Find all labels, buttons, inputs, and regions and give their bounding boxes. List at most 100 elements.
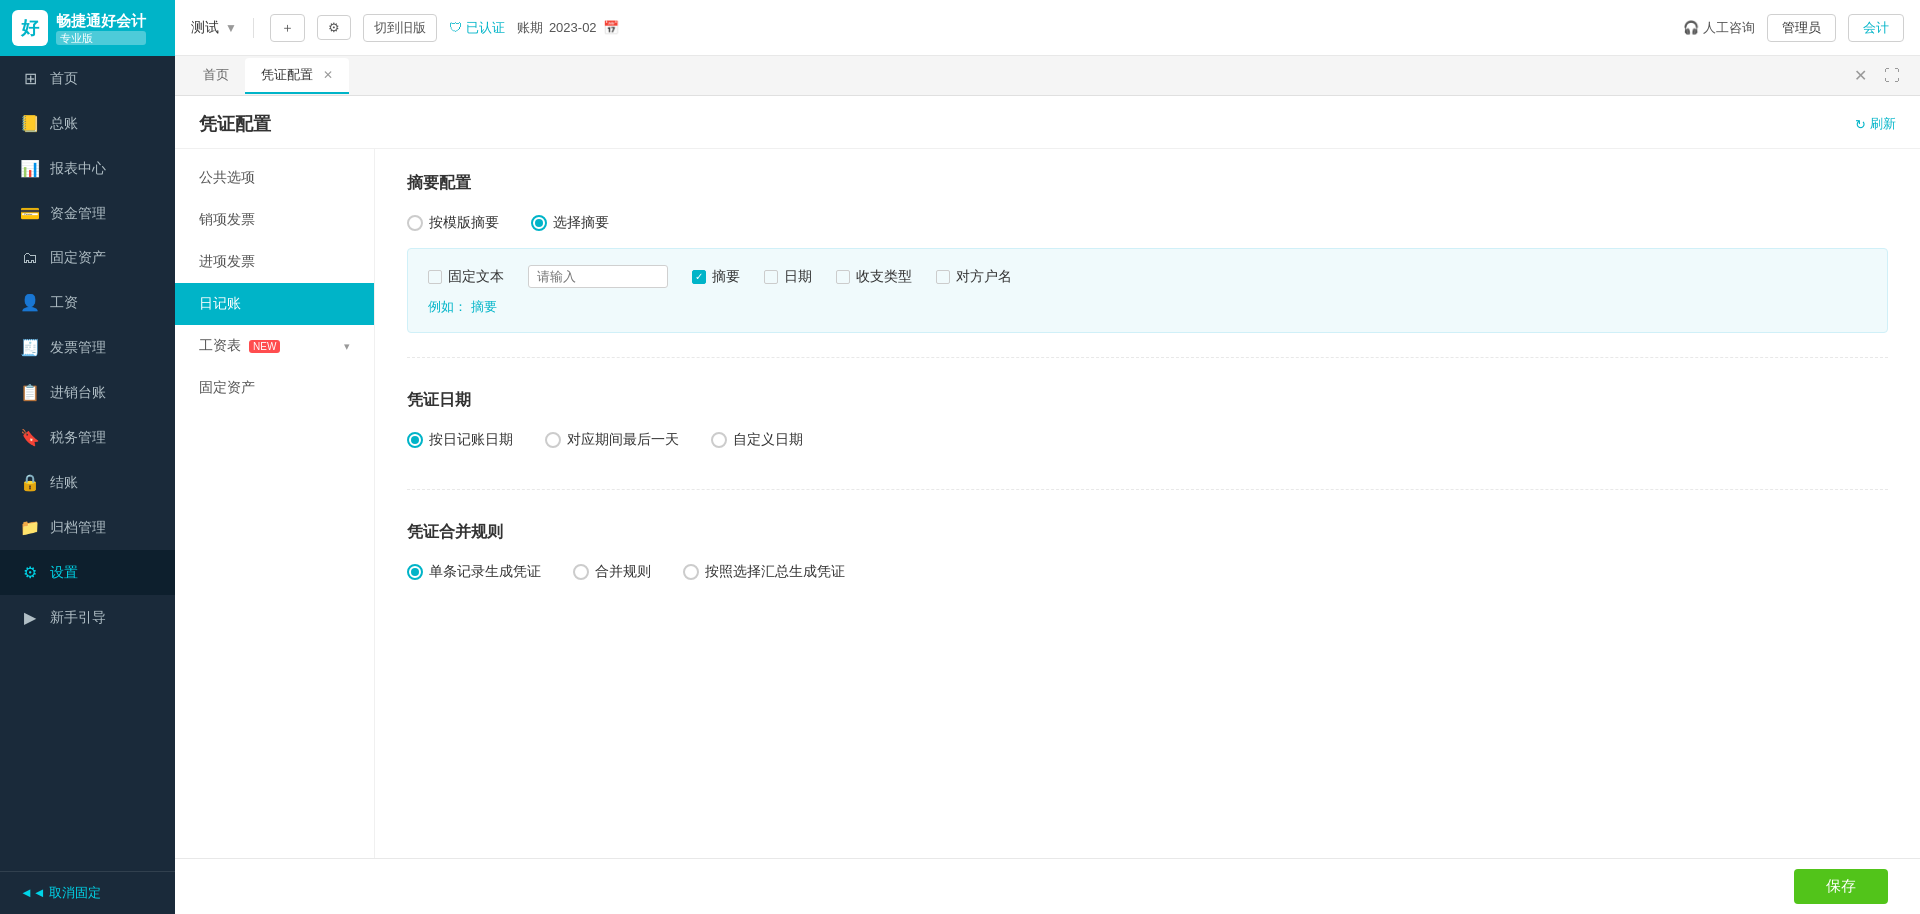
service-label: 人工咨询 <box>1703 19 1755 37</box>
tab-home[interactable]: 首页 <box>187 58 245 94</box>
sidebar-label-settings: 设置 <box>50 564 78 582</box>
guide-icon: ▶ <box>20 608 40 627</box>
checkbox-box-fixed-text <box>428 270 442 284</box>
tab-voucher-config[interactable]: 凭证配置 ✕ <box>245 58 349 94</box>
sidebar-item-invoice[interactable]: 🧾 发票管理 <box>0 325 175 370</box>
radio-custom-date[interactable]: 自定义日期 <box>711 431 803 449</box>
checkbox-summary[interactable]: ✓ 摘要 <box>692 268 740 286</box>
divider-1 <box>253 18 254 38</box>
radio-template-summary[interactable]: 按模版摘要 <box>407 214 499 232</box>
example-label: 例如： <box>428 299 467 314</box>
left-nav-payroll[interactable]: 工资表 NEW ▾ <box>175 325 374 367</box>
checkbox-box-date <box>764 270 778 284</box>
company-selector[interactable]: 测试 ▼ <box>191 19 237 37</box>
checkbox-fixed-text[interactable]: 固定文本 <box>428 268 504 286</box>
sidebar-item-capital[interactable]: 💳 资金管理 <box>0 191 175 236</box>
sidebar-item-home[interactable]: ⊞ 首页 <box>0 56 175 101</box>
left-nav: 公共选项 销项发票 进项发票 日记账 工资表 NEW <box>175 149 375 858</box>
left-nav-purchase-label: 进项发票 <box>199 253 255 269</box>
logo-icon: 好 <box>12 10 48 46</box>
sidebar-label-capital: 资金管理 <box>50 205 106 223</box>
manager-button[interactable]: 管理员 <box>1767 14 1836 42</box>
sidebar-item-archive[interactable]: 📁 归档管理 <box>0 505 175 550</box>
refresh-label: 刷新 <box>1870 115 1896 133</box>
add-button[interactable]: ＋ <box>270 14 305 42</box>
page-container: 凭证配置 ↻ 刷新 公共选项 销项发票 进项发票 <box>175 96 1920 858</box>
checkbox-counterparty[interactable]: 对方户名 <box>936 268 1012 286</box>
fixed-text-input[interactable] <box>528 265 668 288</box>
left-nav-sales-label: 销项发票 <box>199 211 255 227</box>
new-badge: NEW <box>249 340 280 353</box>
asset-icon: 🗂 <box>20 249 40 267</box>
accountant-button[interactable]: 会计 <box>1848 14 1904 42</box>
radio-select-summary[interactable]: 选择摘要 <box>531 214 609 232</box>
sidebar-item-guide[interactable]: ▶ 新手引导 <box>0 595 175 640</box>
checkbox-box-summary: ✓ <box>692 270 706 284</box>
sidebar-item-report[interactable]: 📊 报表中心 <box>0 146 175 191</box>
radio-journal-date[interactable]: 按日记账日期 <box>407 431 513 449</box>
page-title: 凭证配置 <box>199 112 271 136</box>
settings-icon: ⚙ <box>20 563 40 582</box>
expand-icon[interactable]: ⛶ <box>1880 64 1904 88</box>
summary-options-box: 固定文本 ✓ 摘要 日期 <box>407 248 1888 333</box>
radio-single[interactable]: 单条记录生成凭证 <box>407 563 541 581</box>
sidebar-label-home: 首页 <box>50 70 78 88</box>
checkbox-pay-type-label: 收支类型 <box>856 268 912 286</box>
sidebar-item-trade[interactable]: 📋 进销台账 <box>0 370 175 415</box>
sidebar-item-close[interactable]: 🔒 结账 <box>0 460 175 505</box>
date-section: 凭证日期 按日记账日期 对应期间最后一天 <box>407 390 1888 490</box>
tab-close-icon[interactable]: ✕ <box>323 68 333 82</box>
calendar-icon[interactable]: 📅 <box>603 20 619 35</box>
edition-badge: 专业版 <box>56 31 146 45</box>
checkbox-pay-type[interactable]: 收支类型 <box>836 268 912 286</box>
radio-period-last[interactable]: 对应期间最后一天 <box>545 431 679 449</box>
sidebar-label-asset: 固定资产 <box>50 249 106 267</box>
chevron-right-icon: ▾ <box>344 340 350 353</box>
left-nav-journal[interactable]: 日记账 <box>175 283 374 325</box>
radio-template-label: 按模版摘要 <box>429 214 499 232</box>
left-nav-sales[interactable]: 销项发票 <box>175 199 374 241</box>
unpin-button[interactable]: ◄◄ 取消固定 <box>0 871 175 914</box>
checkbox-fixed-text-label: 固定文本 <box>448 268 504 286</box>
service-button[interactable]: 🎧 人工咨询 <box>1683 19 1755 37</box>
close-window-icon[interactable]: ✕ <box>1848 64 1872 88</box>
date-radio-group: 按日记账日期 对应期间最后一天 自定义日期 <box>407 431 1888 449</box>
checkbox-date-label: 日期 <box>784 268 812 286</box>
topbar-right: 🎧 人工咨询 管理员 会计 <box>1683 14 1904 42</box>
checkbox-date[interactable]: 日期 <box>764 268 812 286</box>
sidebar-item-ledger[interactable]: 📒 总账 <box>0 101 175 146</box>
tab-home-label: 首页 <box>203 67 229 82</box>
archive-icon: 📁 <box>20 518 40 537</box>
left-nav-public[interactable]: 公共选项 <box>175 157 374 199</box>
sidebar-item-settings[interactable]: ⚙ 设置 <box>0 550 175 595</box>
sidebar-label-ledger: 总账 <box>50 115 78 133</box>
headset-icon: 🎧 <box>1683 20 1699 35</box>
radio-select-merge-label: 按照选择汇总生成凭证 <box>705 563 845 581</box>
sidebar-item-asset[interactable]: 🗂 固定资产 <box>0 236 175 280</box>
left-nav-fixed-asset[interactable]: 固定资产 <box>175 367 374 409</box>
inner-layout: 公共选项 销项发票 进项发票 日记账 工资表 NEW <box>175 149 1920 858</box>
unpin-label: ◄◄ 取消固定 <box>20 884 101 902</box>
accountant-label: 会计 <box>1863 20 1889 35</box>
refresh-icon: ↻ <box>1855 117 1866 132</box>
switch-old-label: 切到旧版 <box>374 19 426 37</box>
sidebar-label-salary: 工资 <box>50 294 78 312</box>
checkbox-summary-label: 摘要 <box>712 268 740 286</box>
capital-icon: 💳 <box>20 204 40 223</box>
merge-section: 凭证合并规则 单条记录生成凭证 合并规则 <box>407 522 1888 621</box>
date-title: 凭证日期 <box>407 390 1888 411</box>
gear-button[interactable]: ⚙ <box>317 15 351 40</box>
tab-bar: 首页 凭证配置 ✕ ✕ ⛶ <box>175 56 1920 96</box>
left-nav-purchase[interactable]: 进项发票 <box>175 241 374 283</box>
trade-icon: 📋 <box>20 383 40 402</box>
sidebar-item-salary[interactable]: 👤 工资 <box>0 280 175 325</box>
radio-select-merge[interactable]: 按照选择汇总生成凭证 <box>683 563 845 581</box>
refresh-button[interactable]: ↻ 刷新 <box>1855 115 1896 133</box>
save-button[interactable]: 保存 <box>1794 869 1888 904</box>
radio-merge-rule[interactable]: 合并规则 <box>573 563 651 581</box>
left-nav-payroll-label: 工资表 <box>199 337 241 355</box>
switch-old-btn[interactable]: 切到旧版 <box>363 14 437 42</box>
left-nav-fixed-asset-label: 固定资产 <box>199 379 255 395</box>
sidebar-item-tax[interactable]: 🔖 税务管理 <box>0 415 175 460</box>
sidebar-label-tax: 税务管理 <box>50 429 106 447</box>
